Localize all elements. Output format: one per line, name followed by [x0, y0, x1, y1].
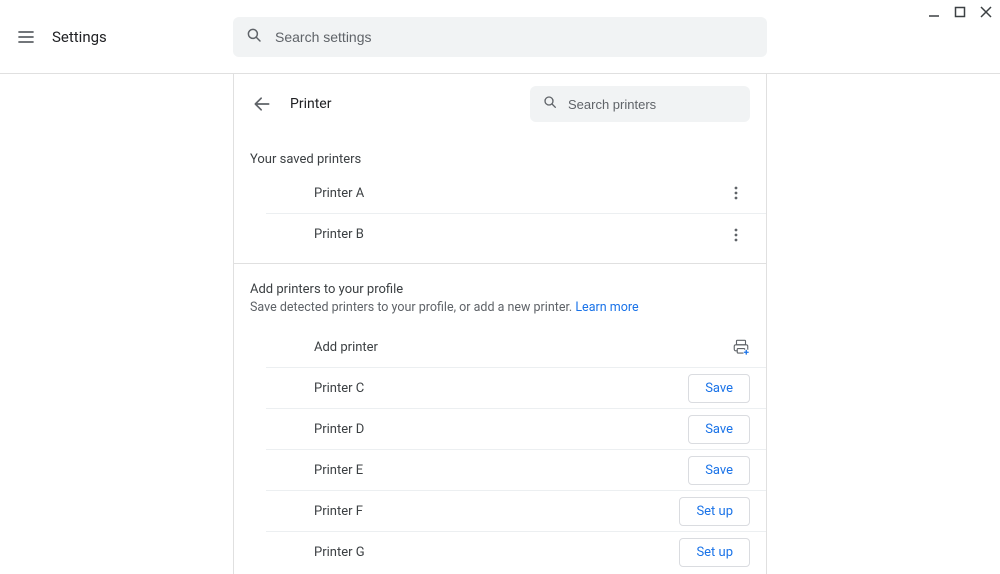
- search-icon: [542, 94, 558, 114]
- saved-printer-row: Printer A: [266, 173, 766, 214]
- search-icon: [245, 26, 263, 48]
- printer-name: Printer F: [314, 504, 679, 519]
- page-title: Printer: [290, 96, 331, 112]
- detected-printer-row: Printer D Save: [266, 409, 766, 450]
- app-header: Settings: [0, 0, 1000, 74]
- setup-button[interactable]: Set up: [679, 538, 750, 567]
- settings-search-input[interactable]: [275, 29, 755, 45]
- save-button[interactable]: Save: [688, 456, 750, 485]
- add-printer-label: Add printer: [314, 340, 732, 355]
- printer-settings-panel: Printer Your saved printers Printer A Pr…: [233, 74, 767, 574]
- printer-name: Printer G: [314, 545, 679, 560]
- add-section-subtitle: Save detected printers to your profile, …: [250, 300, 750, 315]
- add-printer-icon: [732, 338, 750, 356]
- printer-search[interactable]: [530, 86, 750, 122]
- detected-printer-row: Printer C Save: [266, 368, 766, 409]
- hamburger-menu-icon[interactable]: [16, 27, 36, 47]
- save-button[interactable]: Save: [688, 374, 750, 403]
- settings-search[interactable]: [233, 17, 767, 57]
- more-vert-icon[interactable]: [722, 179, 750, 207]
- printer-search-input[interactable]: [568, 97, 744, 112]
- printer-name: Printer B: [314, 227, 722, 242]
- setup-button[interactable]: Set up: [679, 497, 750, 526]
- learn-more-link[interactable]: Learn more: [575, 300, 638, 315]
- printer-name: Printer D: [314, 422, 688, 437]
- printer-name: Printer C: [314, 381, 688, 396]
- app-title: Settings: [52, 28, 107, 46]
- detected-printer-row: Printer F Set up: [266, 491, 766, 532]
- more-vert-icon[interactable]: [722, 221, 750, 249]
- back-button[interactable]: [250, 92, 274, 116]
- saved-printer-row: Printer B: [266, 214, 766, 255]
- save-button[interactable]: Save: [688, 415, 750, 444]
- saved-printers-label: Your saved printers: [234, 134, 766, 173]
- add-printer-row[interactable]: Add printer: [266, 327, 766, 368]
- printer-name: Printer A: [314, 186, 722, 201]
- printer-name: Printer E: [314, 463, 688, 478]
- detected-printer-row: Printer E Save: [266, 450, 766, 491]
- detected-printer-row: Printer G Set up: [266, 532, 766, 573]
- add-section-title: Add printers to your profile: [250, 282, 750, 297]
